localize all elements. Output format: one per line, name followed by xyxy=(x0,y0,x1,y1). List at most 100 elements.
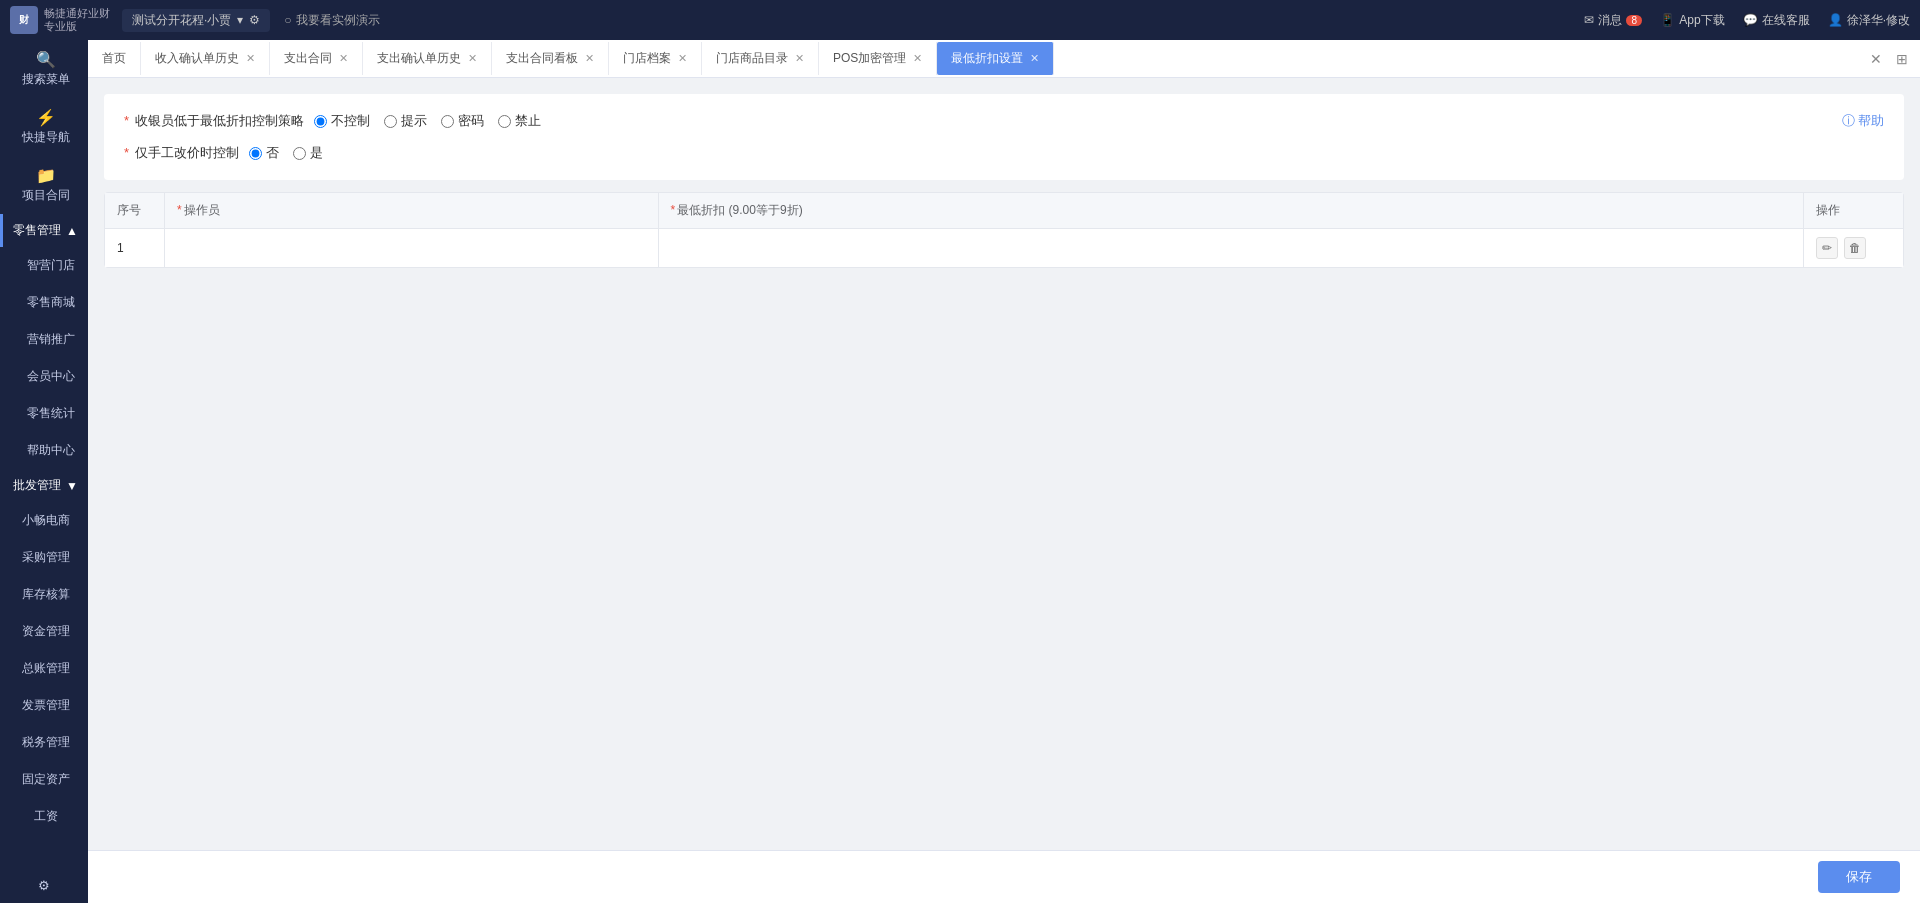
tab-payment-contract[interactable]: 支出合同 ✕ xyxy=(270,42,363,75)
help-button[interactable]: ⓘ 帮助 xyxy=(1842,112,1884,130)
tab-close-icon[interactable]: ✕ xyxy=(678,52,687,65)
edit-row-btn[interactable]: ✏ xyxy=(1816,237,1838,259)
tab-label: 首页 xyxy=(102,50,126,67)
tab-close-icon[interactable]: ✕ xyxy=(339,52,348,65)
delete-row-btn[interactable]: 🗑 xyxy=(1844,237,1866,259)
policy-password-radio[interactable] xyxy=(441,115,454,128)
logo-icon: 财 xyxy=(10,6,38,34)
tab-label: 支出确认单历史 xyxy=(377,50,461,67)
online-service-btn[interactable]: 💬 在线客服 xyxy=(1743,12,1810,29)
page-content: * 收银员低于最低折扣控制策略 不控制 提示 xyxy=(88,78,1920,850)
message-btn[interactable]: ✉ 消息 8 xyxy=(1584,12,1642,29)
tab-close-icon[interactable]: ✕ xyxy=(1030,52,1039,65)
sidebar-item-ecommerce[interactable]: 小畅电商 xyxy=(0,502,88,539)
sidebar-item-fund-mgmt[interactable]: 资金管理 xyxy=(0,613,88,650)
search-icon: 🔍 xyxy=(36,50,56,69)
tab-store-archive[interactable]: 门店档案 ✕ xyxy=(609,42,702,75)
settings-icon[interactable]: ⚙ xyxy=(249,13,260,27)
tab-close-icon[interactable]: ✕ xyxy=(585,52,594,65)
required-mark: * xyxy=(124,145,129,160)
tab-label: 支出合同看板 xyxy=(506,50,578,67)
manual-price-yes-option[interactable]: 是 xyxy=(293,144,323,162)
save-button[interactable]: 保存 xyxy=(1818,861,1900,893)
manual-price-label: * 仅手工改价时控制 xyxy=(124,144,239,162)
tab-label: 收入确认单历史 xyxy=(155,50,239,67)
app-download-btn[interactable]: 📱 App下载 xyxy=(1660,12,1724,29)
tab-store-product-catalog[interactable]: 门店商品目录 ✕ xyxy=(702,42,819,75)
sidebar-item-label: 税务管理 xyxy=(22,734,70,751)
sidebar-item-label: 库存核算 xyxy=(22,586,70,603)
tab-min-discount-setting[interactable]: 最低折扣设置 ✕ xyxy=(937,42,1054,75)
arrow-down-icon: ▼ xyxy=(66,479,78,493)
policy-password-option[interactable]: 密码 xyxy=(441,112,484,130)
project-selector[interactable]: 测试分开花程·小贾 ▾ ⚙ xyxy=(122,9,270,32)
demo-link[interactable]: ○ 我要看实例演示 xyxy=(284,12,379,29)
sidebar-item-retail-mall[interactable]: 零售商城 xyxy=(0,284,88,321)
sidebar-item-wholesale-mgmt[interactable]: 批发管理 ▼ xyxy=(0,469,88,502)
policy-prompt-option[interactable]: 提示 xyxy=(384,112,427,130)
projects-icon: 📁 xyxy=(36,166,56,185)
tab-payment-confirm-history[interactable]: 支出确认单历史 ✕ xyxy=(363,42,492,75)
question-icon: ⓘ xyxy=(1842,112,1855,130)
sidebar-item-ledger-mgmt[interactable]: 总账管理 xyxy=(0,650,88,687)
discount-table: 序号 *操作员 *最低折扣 (9.00等于9折) 操作 1 xyxy=(104,192,1904,268)
sidebar-item-member-center[interactable]: 会员中心 xyxy=(0,358,88,395)
policy-label: * 收银员低于最低折扣控制策略 xyxy=(124,112,304,130)
manual-price-row: * 仅手工改价时控制 否 是 xyxy=(124,144,1884,162)
sidebar-item-tax-mgmt[interactable]: 税务管理 xyxy=(0,724,88,761)
sidebar-item-search-menu[interactable]: 🔍 搜索菜单 xyxy=(0,40,88,98)
tab-payment-contract-board[interactable]: 支出合同看板 ✕ xyxy=(492,42,609,75)
tab-close-icon[interactable]: ✕ xyxy=(795,52,804,65)
tab-close-icon[interactable]: ✕ xyxy=(913,52,922,65)
sidebar-item-marketing[interactable]: 营销推广 xyxy=(0,321,88,358)
sidebar-item-label: 零售商城 xyxy=(27,294,75,311)
sidebar-item-shortcuts[interactable]: ⚡ 快捷导航 xyxy=(0,98,88,156)
form-card: * 收银员低于最低折扣控制策略 不控制 提示 xyxy=(104,94,1904,180)
sidebar-settings-btn[interactable]: ⚙ xyxy=(0,868,88,903)
sidebar-item-help-center[interactable]: 帮助中心 xyxy=(0,432,88,469)
sidebar-item-smart-store[interactable]: 智营门店 xyxy=(0,247,88,284)
cell-seq: 1 xyxy=(105,229,165,268)
sidebar-item-inventory-calc[interactable]: 库存核算 xyxy=(0,576,88,613)
manual-price-no-option[interactable]: 否 xyxy=(249,144,279,162)
policy-prompt-radio[interactable] xyxy=(384,115,397,128)
sidebar-item-projects[interactable]: 📁 项目合同 xyxy=(0,156,88,214)
sidebar-item-fixed-assets[interactable]: 固定资产 xyxy=(0,761,88,798)
tab-pos-password-mgmt[interactable]: POS加密管理 ✕ xyxy=(819,42,937,75)
sidebar-item-label: 小畅电商 xyxy=(22,512,70,529)
policy-prohibit-option[interactable]: 禁止 xyxy=(498,112,541,130)
sidebar-item-label: 会员中心 xyxy=(27,368,75,385)
user-icon: 👤 xyxy=(1828,13,1843,27)
tab-close-icon[interactable]: ✕ xyxy=(246,52,255,65)
arrow-up-icon: ▲ xyxy=(66,224,78,238)
policy-no-control-radio[interactable] xyxy=(314,115,327,128)
sidebar-item-label: 项目合同 xyxy=(22,187,70,204)
sidebar-item-label: 零售统计 xyxy=(27,405,75,422)
policy-no-control-option[interactable]: 不控制 xyxy=(314,112,370,130)
tab-label: 门店档案 xyxy=(623,50,671,67)
top-bar: 财 畅捷通好业财 专业版 测试分开花程·小贾 ▾ ⚙ ○ 我要看实例演示 ✉ 消… xyxy=(0,0,1920,40)
policy-prohibit-radio[interactable] xyxy=(498,115,511,128)
tab-close-icon[interactable]: ✕ xyxy=(468,52,477,65)
row-actions: ✏ 🗑 xyxy=(1816,237,1891,259)
sidebar-item-invoice-mgmt[interactable]: 发票管理 xyxy=(0,687,88,724)
sidebar-item-retail-stats[interactable]: 零售统计 xyxy=(0,395,88,432)
page-footer: 保存 xyxy=(88,850,1920,903)
logo-text: 畅捷通好业财 专业版 xyxy=(44,7,110,33)
message-badge: 8 xyxy=(1626,15,1642,26)
tab-close-all-btn[interactable]: ✕ xyxy=(1866,49,1886,69)
manual-price-yes-radio[interactable] xyxy=(293,147,306,160)
sidebar-item-purchase-mgmt[interactable]: 采购管理 xyxy=(0,539,88,576)
user-profile-btn[interactable]: 👤 徐泽华·修改 xyxy=(1828,12,1910,29)
project-name: 测试分开花程·小贾 xyxy=(132,12,231,29)
sidebar-item-label: 资金管理 xyxy=(22,623,70,640)
tab-home[interactable]: 首页 xyxy=(88,42,141,75)
sidebar-item-label: 智营门店 xyxy=(27,257,75,274)
manual-price-no-radio[interactable] xyxy=(249,147,262,160)
sidebar: 🔍 搜索菜单 ⚡ 快捷导航 📁 项目合同 零售管理 ▲ 智营门店 零售商城 营销… xyxy=(0,40,88,903)
sidebar-item-retail-mgmt[interactable]: 零售管理 ▲ xyxy=(0,214,88,247)
tab-more-btn[interactable]: ⊞ xyxy=(1892,49,1912,69)
tab-label: 最低折扣设置 xyxy=(951,50,1023,67)
sidebar-item-salary[interactable]: 工资 xyxy=(0,798,88,835)
tab-income-confirm-history[interactable]: 收入确认单历史 ✕ xyxy=(141,42,270,75)
